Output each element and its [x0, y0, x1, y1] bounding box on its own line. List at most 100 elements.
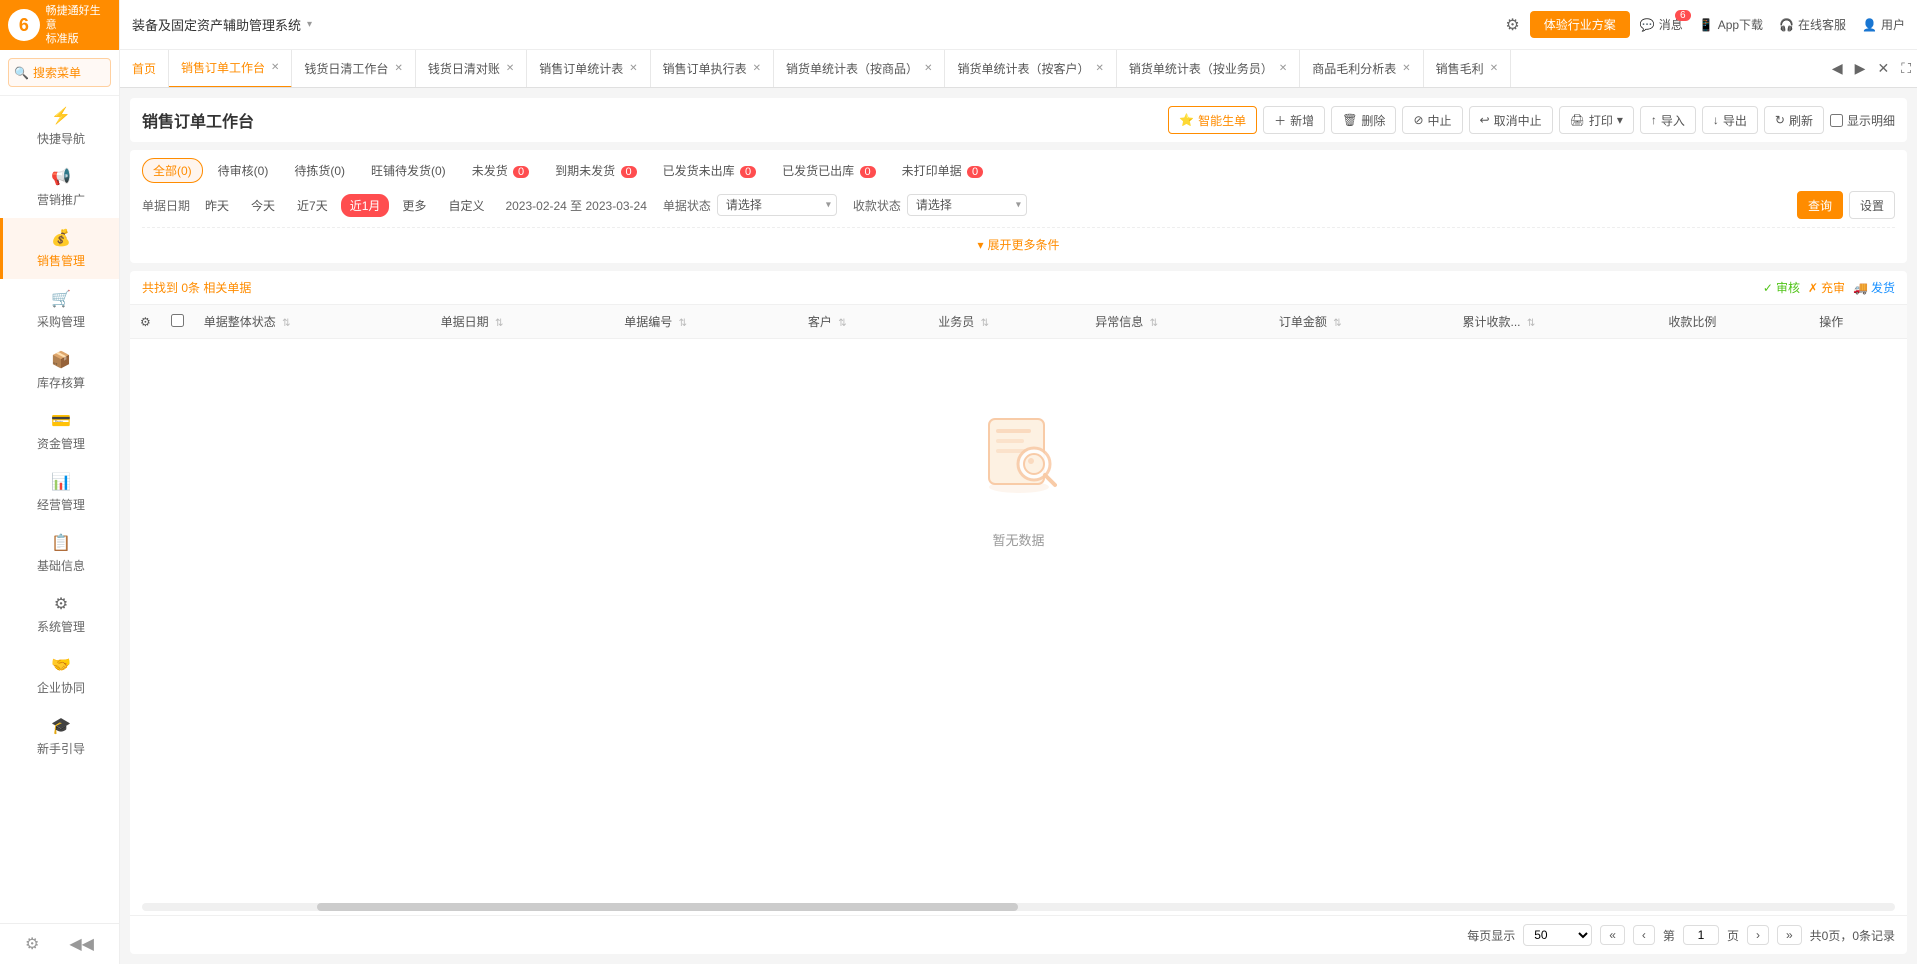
- tab-close-icon[interactable]: ✕: [271, 62, 279, 73]
- filter-tab-not-shipped[interactable]: 未发货 0: [461, 158, 540, 183]
- show-detail-checkbox-label[interactable]: 显示明细: [1830, 112, 1895, 129]
- tab-summary-staff[interactable]: 销货单统计表（按业务员） ✕: [1117, 50, 1300, 88]
- page-input[interactable]: [1683, 925, 1719, 945]
- batch-approve-button[interactable]: ✓ 审核: [1763, 279, 1800, 296]
- refresh-button[interactable]: ↻ 刷新: [1764, 106, 1824, 134]
- sidebar-item-guide[interactable]: 🎓 新手引导: [0, 706, 119, 767]
- table-hscroll[interactable]: [142, 903, 1895, 911]
- tab-close-icon[interactable]: ✕: [1490, 63, 1498, 74]
- tab-close-icon[interactable]: ✕: [1095, 63, 1103, 74]
- sidebar-settings-button[interactable]: ⚙: [25, 934, 39, 954]
- status-sort-icon[interactable]: ⇅: [282, 318, 290, 329]
- filter-tab-not-printed[interactable]: 未打印单据 0: [891, 158, 994, 183]
- sidebar-item-finance[interactable]: 💳 资金管理: [0, 401, 119, 462]
- per-page-select[interactable]: 50 20 100: [1523, 924, 1592, 946]
- amount-sort-icon[interactable]: ⇅: [1333, 318, 1341, 329]
- stop-button[interactable]: ⊘ 中止: [1402, 106, 1462, 134]
- export-button[interactable]: ↓ 导出: [1702, 106, 1758, 134]
- tab-close-icon[interactable]: ✕: [506, 63, 514, 74]
- tab-summary-customer[interactable]: 销货单统计表（按客户） ✕: [945, 50, 1116, 88]
- tab-cash-daily[interactable]: 钱货日清工作台 ✕: [292, 50, 415, 88]
- status-select[interactable]: 请选择: [717, 194, 837, 216]
- ai-generate-button[interactable]: ⭐ 智能生单: [1168, 106, 1257, 134]
- date-custom-btn[interactable]: 自定义: [439, 194, 493, 217]
- customer-sort-icon[interactable]: ⇅: [838, 318, 846, 329]
- date-today-btn[interactable]: 今天: [242, 194, 284, 217]
- sidebar-item-marketing[interactable]: 📢 营销推广: [0, 157, 119, 218]
- sidebar-collapse-button[interactable]: ◀◀: [69, 934, 94, 954]
- tab-close-icon[interactable]: ✕: [394, 63, 402, 74]
- add-button[interactable]: ＋ 新增: [1263, 106, 1325, 134]
- app-download-item[interactable]: 📱 App下载: [1699, 16, 1763, 33]
- tabbar-next-button[interactable]: ▶: [1849, 56, 1872, 81]
- number-sort-icon[interactable]: ⇅: [679, 318, 687, 329]
- select-all-checkbox[interactable]: [171, 314, 184, 327]
- topbar-settings-button[interactable]: ⚙: [1505, 15, 1519, 35]
- batch-ship-button[interactable]: 🚚 发货: [1853, 279, 1895, 296]
- tab-summary-product[interactable]: 销货单统计表（按商品） ✕: [774, 50, 945, 88]
- batch-cancel-button[interactable]: ✗ 充审: [1808, 279, 1845, 296]
- tabbar-fullscreen-button[interactable]: ⛶: [1895, 56, 1917, 81]
- settings-icon[interactable]: ⚙: [140, 315, 151, 329]
- search-menu-button[interactable]: 🔍 搜索菜单: [8, 58, 111, 87]
- tab-close-icon[interactable]: ✕: [753, 63, 761, 74]
- payment-select[interactable]: 请选择: [907, 194, 1027, 216]
- experience-button[interactable]: 体验行业方案: [1530, 11, 1630, 38]
- user-item[interactable]: 👤 用户: [1862, 16, 1905, 33]
- date-last1month-btn[interactable]: 近1月: [341, 194, 390, 217]
- date-more-btn[interactable]: 更多: [393, 194, 435, 217]
- filter-tab-overdue[interactable]: 到期未发货 0: [544, 158, 647, 183]
- tab-cash-reconcile[interactable]: 钱货日清对账 ✕: [416, 50, 527, 88]
- table-hscroll-thumb[interactable]: [317, 903, 1018, 911]
- tab-sales-revenue[interactable]: 销售毛利 ✕: [1424, 50, 1511, 88]
- filter-tab-pending-review[interactable]: 待审核(0): [207, 158, 280, 183]
- filter-tab-all[interactable]: 全部(0): [142, 158, 203, 183]
- tab-close-icon[interactable]: ✕: [629, 63, 637, 74]
- online-service-item[interactable]: 🎧 在线客服: [1779, 16, 1846, 33]
- date-sort-icon[interactable]: ⇅: [495, 318, 503, 329]
- sidebar-item-purchase[interactable]: 🛒 采购管理: [0, 279, 119, 340]
- sidebar-logo: 6 畅捷通好生意 标准版: [0, 0, 119, 50]
- expand-conditions-button[interactable]: ▾ 展开更多条件: [142, 234, 1895, 255]
- filter-tab-wangpu[interactable]: 旺铺待发货(0): [360, 158, 457, 183]
- sidebar-item-inventory[interactable]: 📦 库存核算: [0, 340, 119, 401]
- first-page-button[interactable]: «: [1600, 925, 1625, 945]
- sidebar-item-sales[interactable]: 💰 销售管理: [0, 218, 119, 279]
- tab-gross-profit[interactable]: 商品毛利分析表 ✕: [1300, 50, 1423, 88]
- date-yesterday-btn[interactable]: 昨天: [196, 194, 238, 217]
- print-button[interactable]: 🖨 打印 ▾: [1559, 106, 1634, 134]
- reset-button[interactable]: 设置: [1849, 191, 1895, 219]
- tab-home[interactable]: 首页: [120, 50, 169, 88]
- filter-tab-shipped-out[interactable]: 已发货已出库 0: [771, 158, 886, 183]
- delete-button[interactable]: 🗑 删除: [1331, 106, 1396, 134]
- tab-sales-stats[interactable]: 销售订单统计表 ✕: [527, 50, 650, 88]
- filter-tab-shipped-not-out[interactable]: 已发货未出库 0: [652, 158, 767, 183]
- tab-close-icon[interactable]: ✕: [1402, 63, 1410, 74]
- staff-sort-icon[interactable]: ⇅: [981, 318, 989, 329]
- search-button[interactable]: 查询: [1797, 191, 1843, 219]
- tabbar-close-all-button[interactable]: ✕: [1871, 56, 1895, 81]
- cumulative-sort-icon[interactable]: ⇅: [1527, 318, 1535, 329]
- show-detail-checkbox[interactable]: [1830, 114, 1843, 127]
- sidebar-item-enterprise[interactable]: 🤝 企业协同: [0, 645, 119, 706]
- filter-tab-pending-pickup[interactable]: 待拣货(0): [283, 158, 356, 183]
- sidebar-item-quick-nav[interactable]: ⚡ 快捷导航: [0, 96, 119, 157]
- cancel-stop-button[interactable]: ↩ 取消中止: [1469, 106, 1553, 134]
- date-last7-btn[interactable]: 近7天: [288, 194, 337, 217]
- sidebar-item-system[interactable]: ⚙ 系统管理: [0, 584, 119, 645]
- next-page-button[interactable]: ›: [1747, 925, 1769, 945]
- tabbar-prev-button[interactable]: ◀: [1826, 56, 1849, 81]
- sidebar-item-basic-info[interactable]: 📋 基础信息: [0, 523, 119, 584]
- tab-sales-workbench[interactable]: 销售订单工作台 ✕: [169, 50, 292, 88]
- tab-close-icon[interactable]: ✕: [924, 63, 932, 74]
- tab-close-icon[interactable]: ✕: [1279, 63, 1287, 74]
- marketing-icon: 📢: [51, 167, 71, 187]
- sidebar-item-operations[interactable]: 📊 经营管理: [0, 462, 119, 523]
- message-item[interactable]: 💬 6 消息: [1640, 16, 1683, 33]
- abnormal-sort-icon[interactable]: ⇅: [1150, 318, 1158, 329]
- sidebar-item-label: 资金管理: [37, 435, 85, 452]
- tab-sales-exec[interactable]: 销售订单执行表 ✕: [651, 50, 774, 88]
- import-button[interactable]: ↑ 导入: [1640, 106, 1696, 134]
- last-page-button[interactable]: »: [1777, 925, 1802, 945]
- prev-page-button[interactable]: ‹: [1633, 925, 1655, 945]
